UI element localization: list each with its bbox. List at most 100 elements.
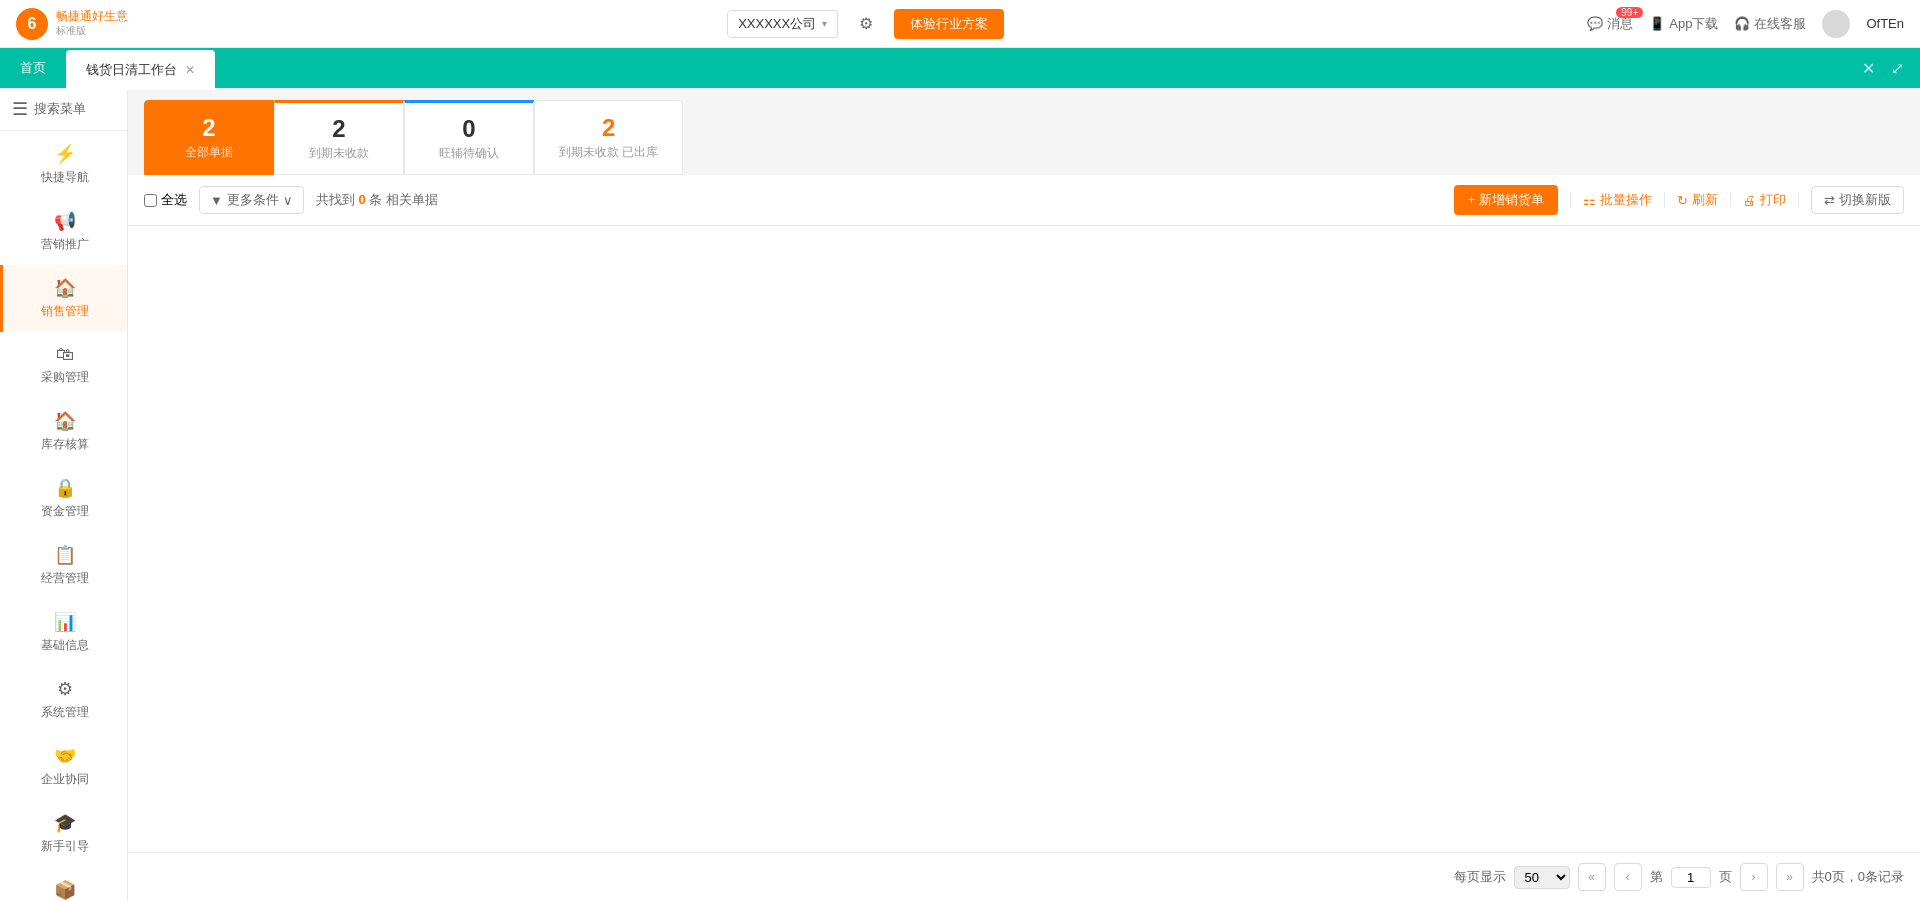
print-btn[interactable]: 🖨 打印	[1743, 191, 1786, 209]
toolbar: 全选 ▼ 更多条件 ∨ 共找到 0 条 相关单据 + 新增销货单 ⚏ 批量操作	[128, 175, 1920, 226]
company-name: XXXXXX公司	[738, 15, 816, 33]
filter-icon: ▼	[210, 193, 223, 208]
refresh-icon: ↻	[1677, 193, 1688, 208]
tab-close-icon[interactable]: ✕	[185, 63, 195, 77]
sidebar-item-basic-info[interactable]: 📊 基础信息	[0, 599, 127, 666]
logo-area: 6 畅捷通好生意 标准版	[16, 8, 144, 40]
last-page-btn[interactable]: »	[1776, 863, 1804, 891]
app-center-icon: 📦	[54, 879, 76, 901]
experience-btn[interactable]: 体验行业方案	[894, 9, 1004, 39]
sidebar-item-marketing[interactable]: 📢 营销推广	[0, 198, 127, 265]
sidebar-item-sales[interactable]: 🏠 销售管理	[0, 265, 127, 332]
select-all-checkbox[interactable]	[144, 194, 157, 207]
main-layout: ☰ 搜索菜单 ⚡ 快捷导航 📢 营销推广 🏠 销售管理 🛍 采购管理 🏠 库存核…	[0, 88, 1920, 901]
page-input[interactable]	[1671, 867, 1711, 888]
divider-2	[1664, 192, 1665, 208]
tab-qianhuo-label: 钱货日清工作台	[86, 61, 177, 79]
sidebar-item-purchase-label: 采购管理	[41, 369, 89, 386]
search-menu-icon: ☰	[12, 98, 28, 120]
first-page-btn[interactable]: «	[1578, 863, 1606, 891]
found-prefix: 共找到	[316, 192, 355, 207]
page-label: 第	[1650, 868, 1663, 886]
sidebar-item-finance[interactable]: 🔒 资金管理	[0, 465, 127, 532]
sidebar-item-app-center[interactable]: 📦 应用中心	[0, 867, 127, 901]
tab-home-label: 首页	[20, 59, 46, 77]
stat-tab-unshipped[interactable]: 2 到期未收款 已出库	[534, 100, 683, 175]
tab-minimize-btn[interactable]: ✕	[1858, 55, 1879, 82]
quick-nav-icon: ⚡	[54, 143, 76, 165]
related-label: 相关单据	[386, 192, 438, 207]
sidebar-item-guide[interactable]: 🎓 新手引导	[0, 800, 127, 867]
per-page-label: 每页显示	[1454, 868, 1506, 886]
stat-num-overdue: 2	[332, 115, 345, 143]
sidebar-item-inventory[interactable]: 🏠 库存核算	[0, 398, 127, 465]
app-download-btn[interactable]: 📱 App下载	[1649, 15, 1718, 33]
page-suffix: 页	[1719, 868, 1732, 886]
sidebar-item-system-label: 系统管理	[41, 704, 89, 721]
chevron-down-icon: ▾	[822, 18, 827, 29]
select-all-label: 全选	[161, 191, 187, 209]
stat-num-wangwang: 0	[462, 115, 475, 143]
checkbox-all[interactable]: 全选	[144, 191, 187, 209]
stat-label-unshipped: 到期未收款 已出库	[559, 144, 658, 161]
top-header: 6 畅捷通好生意 标准版 XXXXXX公司 ▾ ⚙ 体验行业方案 💬 消息 99…	[0, 0, 1920, 48]
total-info: 共0页，0条记录	[1812, 868, 1904, 886]
table-area	[128, 226, 1920, 852]
sidebar-item-quick-nav[interactable]: ⚡ 快捷导航	[0, 131, 127, 198]
marketing-icon: 📢	[54, 210, 76, 232]
per-page-select[interactable]: 50 100 200	[1514, 866, 1570, 889]
switch-version-btn[interactable]: ⇄ 切换新版	[1811, 186, 1904, 214]
found-unit: 条	[369, 192, 382, 207]
online-service-label: 在线客服	[1754, 15, 1806, 33]
stat-tab-wangwang[interactable]: 0 旺辅待确认	[404, 100, 534, 175]
tab-home[interactable]: 首页	[0, 48, 66, 88]
app-download-icon: 📱	[1649, 16, 1665, 31]
pagination-bar: 每页显示 50 100 200 « ‹ 第 页 › » 共0页，0条记录	[128, 852, 1920, 901]
sidebar-item-sales-label: 销售管理	[41, 303, 89, 320]
header-center: XXXXXX公司 ▾ ⚙ 体验行业方案	[727, 8, 1004, 40]
company-selector[interactable]: XXXXXX公司 ▾	[727, 10, 838, 38]
user-avatar[interactable]	[1822, 10, 1850, 38]
print-label: 打印	[1760, 191, 1786, 209]
sidebar: ☰ 搜索菜单 ⚡ 快捷导航 📢 营销推广 🏠 销售管理 🛍 采购管理 🏠 库存核…	[0, 88, 128, 901]
sidebar-item-purchase[interactable]: 🛍 采购管理	[0, 332, 127, 398]
message-btn[interactable]: 💬 消息 99+	[1587, 15, 1633, 33]
purchase-icon: 🛍	[56, 344, 74, 365]
tab-qianhuo[interactable]: 钱货日清工作台 ✕	[66, 50, 215, 90]
sidebar-item-operations[interactable]: 📋 经营管理	[0, 532, 127, 599]
filter-chevron-icon: ∨	[283, 193, 293, 208]
user-name: OfTEn	[1866, 16, 1904, 31]
stat-tab-all[interactable]: 2 全部单据	[144, 100, 274, 175]
tab-maximize-btn[interactable]: ⤢	[1887, 55, 1908, 82]
sidebar-item-system[interactable]: ⚙ 系统管理	[0, 666, 127, 733]
sidebar-item-operations-label: 经营管理	[41, 570, 89, 587]
tab-bar-actions: ✕ ⤢	[1858, 55, 1920, 82]
stat-tab-overdue[interactable]: 2 到期未收款	[274, 100, 404, 175]
stat-num-unshipped: 2	[602, 114, 615, 142]
message-badge: 99+	[1616, 7, 1643, 18]
filter-btn[interactable]: ▼ 更多条件 ∨	[199, 186, 304, 214]
prev-page-btn[interactable]: ‹	[1614, 863, 1642, 891]
operations-icon: 📋	[54, 544, 76, 566]
next-page-btn[interactable]: ›	[1740, 863, 1768, 891]
found-text: 共找到 0 条 相关单据	[316, 191, 438, 209]
app-download-label: App下载	[1669, 15, 1718, 33]
finance-icon: 🔒	[54, 477, 76, 499]
divider-3	[1730, 192, 1731, 208]
sidebar-item-search[interactable]: ☰ 搜索菜单	[0, 88, 127, 131]
inventory-icon: 🏠	[54, 410, 76, 432]
sidebar-item-cooperation[interactable]: 🤝 企业协同	[0, 733, 127, 800]
settings-icon-btn[interactable]: ⚙	[850, 8, 882, 40]
stat-num-all: 2	[202, 114, 215, 142]
divider-1	[1570, 192, 1571, 208]
sidebar-item-basic-info-label: 基础信息	[41, 637, 89, 654]
add-sales-btn[interactable]: + 新增销货单	[1454, 185, 1558, 215]
stat-label-wangwang: 旺辅待确认	[439, 145, 499, 162]
brand-name: 畅捷通好生意	[56, 9, 128, 25]
online-service-icon: 🎧	[1734, 16, 1750, 31]
refresh-btn[interactable]: ↻ 刷新	[1677, 191, 1718, 209]
batch-operation-btn[interactable]: ⚏ 批量操作	[1583, 191, 1652, 209]
sidebar-item-inventory-label: 库存核算	[41, 436, 89, 453]
online-service-btn[interactable]: 🎧 在线客服	[1734, 15, 1806, 33]
print-icon: 🖨	[1743, 193, 1756, 208]
